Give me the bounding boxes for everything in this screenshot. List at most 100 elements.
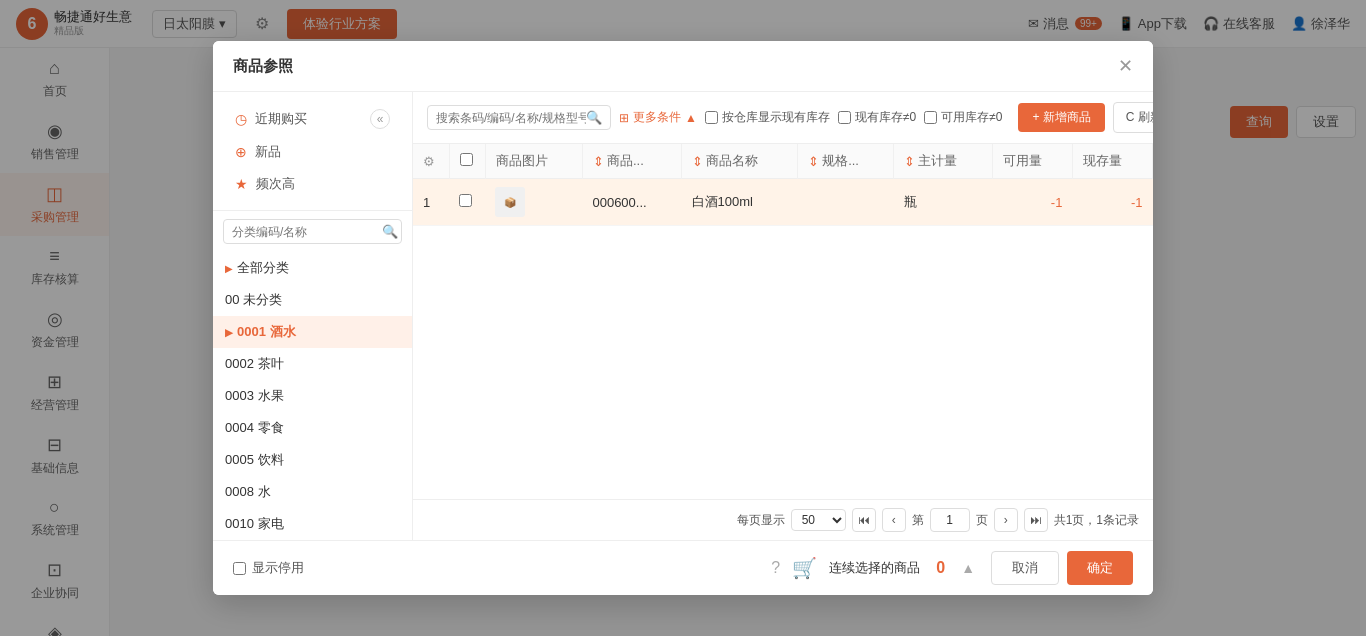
- category-label: 0002 茶叶: [225, 355, 284, 373]
- page-size-label: 每页显示: [737, 512, 785, 529]
- category-label: 全部分类: [237, 259, 289, 277]
- th-checkbox: [449, 144, 485, 179]
- th-image-label: 商品图片: [496, 152, 548, 170]
- sort-icon: ⇕: [692, 154, 703, 169]
- th-name[interactable]: ⇕商品名称: [682, 144, 798, 179]
- page-label: 第: [912, 512, 924, 529]
- category-item-all[interactable]: ▶ 全部分类: [213, 252, 412, 284]
- category-item-0008[interactable]: 0008 水: [213, 476, 412, 508]
- existing-stock-checkbox-label[interactable]: 现有库存≠0: [838, 109, 916, 126]
- first-page-button[interactable]: ⏮: [852, 508, 876, 532]
- recent-icon: ◷: [235, 111, 247, 127]
- category-search-icon[interactable]: 🔍: [382, 224, 398, 239]
- recent-purchase-nav[interactable]: ◷ 近期购买 «: [223, 102, 402, 136]
- category-item-0010[interactable]: 0010 家电: [213, 508, 412, 540]
- td-name: 白酒100ml: [682, 179, 798, 226]
- frequent-label: 频次高: [256, 175, 295, 193]
- available-stock-checkbox[interactable]: [924, 111, 937, 124]
- filter-label: 更多条件: [633, 109, 681, 126]
- row-checkbox[interactable]: [459, 194, 472, 207]
- th-spec[interactable]: ⇕规格...: [798, 144, 894, 179]
- category-item-0003[interactable]: 0003 水果: [213, 380, 412, 412]
- collapse-arrow-icon[interactable]: ▲: [961, 560, 975, 576]
- new-icon: ⊕: [235, 144, 247, 160]
- cart-button[interactable]: 🛒: [792, 556, 817, 580]
- frequent-nav[interactable]: ★ 频次高: [223, 168, 402, 200]
- next-page-button[interactable]: ›: [994, 508, 1018, 532]
- th-unit-label: 主计量: [918, 152, 957, 170]
- category-item-0005[interactable]: 0005 饮料: [213, 444, 412, 476]
- add-product-button[interactable]: + 新增商品: [1018, 103, 1104, 132]
- td-available: -1: [992, 179, 1072, 226]
- total-info: 共1页，1条记录: [1054, 512, 1139, 529]
- category-item-0004[interactable]: 0004 零食: [213, 412, 412, 444]
- category-item-00[interactable]: 00 未分类: [213, 284, 412, 316]
- th-available-label: 可用量: [1003, 153, 1042, 168]
- footer-cart-area: ? 🛒 连续选择的商品 0 ▲: [771, 556, 975, 580]
- warehouse-checkbox[interactable]: [705, 111, 718, 124]
- td-checkbox: [449, 179, 485, 226]
- th-available: 可用量: [992, 144, 1072, 179]
- page-unit-label: 页: [976, 512, 988, 529]
- category-label: 00 未分类: [225, 291, 282, 309]
- th-stock: 现存量: [1072, 144, 1152, 179]
- existing-stock-checkbox[interactable]: [838, 111, 851, 124]
- td-code: 000600...: [582, 179, 681, 226]
- th-gear[interactable]: ⚙: [413, 144, 449, 179]
- table-header-row: ⚙ 商品图片 ⇕商品... ⇕商品名称 ⇕规格... ⇕主计量 可用量 现存量: [413, 144, 1153, 179]
- category-label: 0004 零食: [225, 419, 284, 437]
- search-toolbar: 🔍 ⊞ 更多条件 ▲ 按仓库显示现有库存 现有库存≠0 可用库存≠0: [413, 92, 1153, 144]
- td-stock: -1: [1072, 179, 1152, 226]
- product-table: ⚙ 商品图片 ⇕商品... ⇕商品名称 ⇕规格... ⇕主计量 可用量 现存量: [413, 144, 1153, 226]
- th-code[interactable]: ⇕商品...: [582, 144, 681, 179]
- sort-icon: ⇕: [808, 154, 819, 169]
- category-item-0002[interactable]: 0002 茶叶: [213, 348, 412, 380]
- show-disabled-label[interactable]: 显示停用: [233, 559, 304, 577]
- confirm-button[interactable]: 确定: [1067, 551, 1133, 585]
- page-number-input[interactable]: [930, 508, 970, 532]
- category-search-input[interactable]: [232, 225, 382, 239]
- modal-close-button[interactable]: ✕: [1118, 55, 1133, 77]
- prev-page-button[interactable]: ‹: [882, 508, 906, 532]
- th-name-label: 商品名称: [706, 152, 758, 170]
- th-stock-label: 现存量: [1083, 153, 1122, 168]
- category-search-wrap: 🔍: [223, 219, 402, 244]
- cancel-button[interactable]: 取消: [991, 551, 1059, 585]
- help-icon[interactable]: ?: [771, 559, 780, 577]
- show-disabled-checkbox[interactable]: [233, 562, 246, 575]
- category-label: 0008 水: [225, 483, 271, 501]
- search-icon[interactable]: 🔍: [586, 110, 602, 125]
- th-unit[interactable]: ⇕主计量: [894, 144, 993, 179]
- th-code-label: 商品...: [607, 152, 644, 170]
- warehouse-checkbox-text: 按仓库显示现有库存: [722, 109, 830, 126]
- arrow-icon: ▶: [225, 263, 233, 274]
- product-table-wrap: ⚙ 商品图片 ⇕商品... ⇕商品名称 ⇕规格... ⇕主计量 可用量 现存量: [413, 144, 1153, 499]
- recent-label: 近期购买: [255, 110, 307, 128]
- new-products-nav[interactable]: ⊕ 新品: [223, 136, 402, 168]
- shopping-cart-icon: 🛒: [792, 557, 817, 579]
- right-panel: 🔍 ⊞ 更多条件 ▲ 按仓库显示现有库存 现有库存≠0 可用库存≠0: [413, 92, 1153, 540]
- select-all-checkbox[interactable]: [460, 153, 473, 166]
- show-disabled-text: 显示停用: [252, 559, 304, 577]
- product-search-input[interactable]: [436, 111, 586, 125]
- td-index: 1: [413, 179, 449, 226]
- page-size-select[interactable]: 10 20 50 100: [791, 509, 846, 531]
- filter-button[interactable]: ⊞ 更多条件 ▲: [619, 109, 697, 126]
- collapse-icon[interactable]: «: [370, 109, 390, 129]
- refresh-button[interactable]: C 刷新: [1113, 102, 1153, 133]
- sort-icon: ⇕: [593, 154, 604, 169]
- table-row[interactable]: 1 📦 000600... 白酒100ml 瓶 -1 -1: [413, 179, 1153, 226]
- left-panel-nav: ◷ 近期购买 « ⊕ 新品 ★ 频次高: [213, 92, 412, 211]
- filter-icon: ⊞: [619, 111, 629, 125]
- continuous-label: 连续选择的商品: [829, 559, 920, 577]
- modal-body: ◷ 近期购买 « ⊕ 新品 ★ 频次高 🔍: [213, 92, 1153, 540]
- category-item-0001[interactable]: ▶ 0001 酒水: [213, 316, 412, 348]
- modal-header: 商品参照 ✕: [213, 41, 1153, 92]
- category-label: 0003 水果: [225, 387, 284, 405]
- available-stock-checkbox-label[interactable]: 可用库存≠0: [924, 109, 1002, 126]
- chevron-up-icon: ▲: [685, 111, 697, 125]
- selected-count: 0: [936, 559, 945, 577]
- available-stock-text: 可用库存≠0: [941, 109, 1002, 126]
- last-page-button[interactable]: ⏭: [1024, 508, 1048, 532]
- warehouse-checkbox-label[interactable]: 按仓库显示现有库存: [705, 109, 830, 126]
